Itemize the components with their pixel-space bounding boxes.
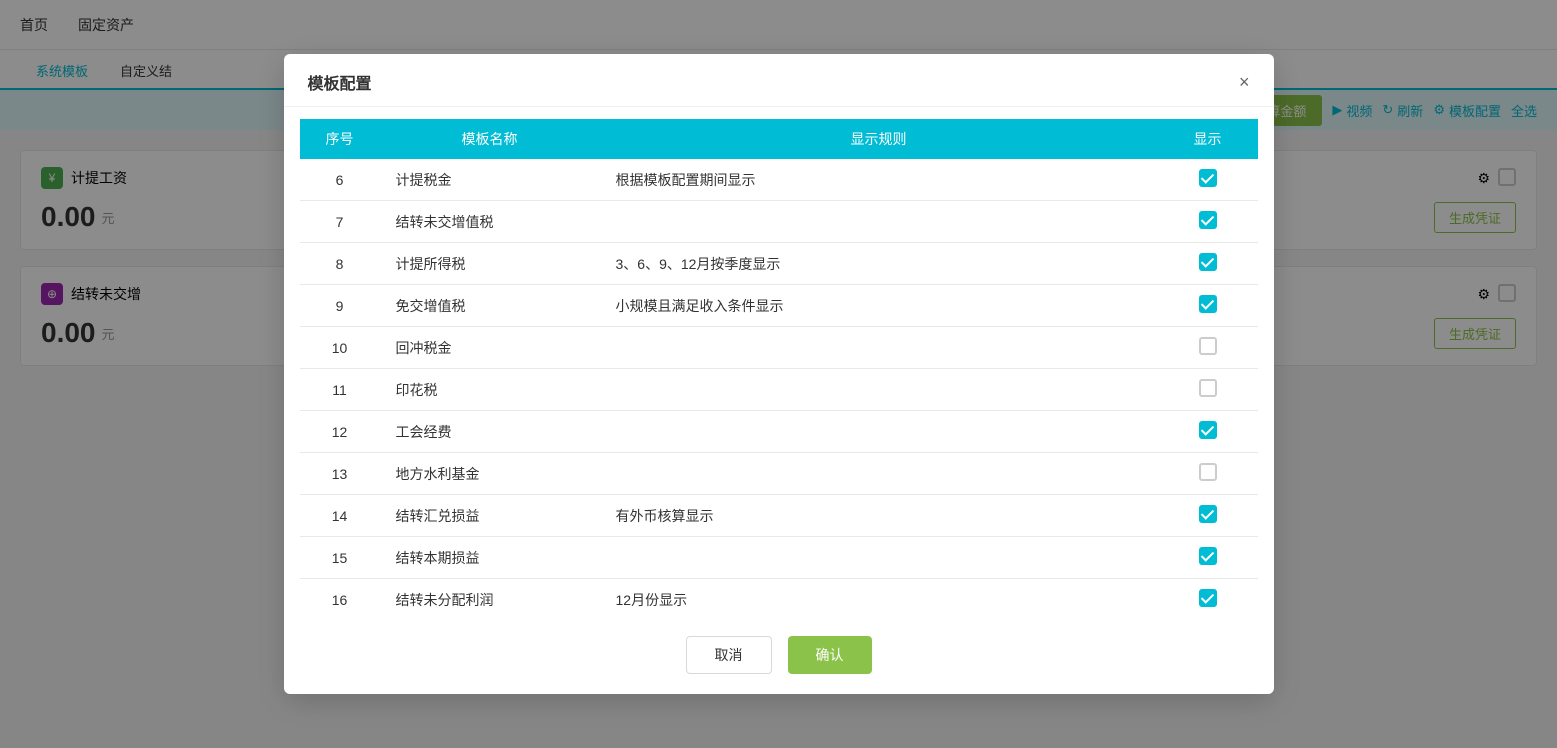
cell-name: 结转本期损益 bbox=[380, 537, 600, 579]
checkbox-checked[interactable] bbox=[1199, 253, 1217, 271]
cell-checkbox[interactable] bbox=[1158, 327, 1258, 369]
cell-checkbox[interactable] bbox=[1158, 243, 1258, 285]
cell-checkbox[interactable] bbox=[1158, 495, 1258, 537]
cell-id: 10 bbox=[300, 327, 380, 369]
cell-checkbox[interactable] bbox=[1158, 285, 1258, 327]
table-header: 序号 模板名称 显示规则 显示 bbox=[300, 119, 1258, 159]
config-table: 序号 模板名称 显示规则 显示 6计提税金根据模板配置期间显示7结转未交增值税8… bbox=[300, 119, 1258, 620]
modal-close-button[interactable]: × bbox=[1239, 73, 1250, 91]
cell-id: 14 bbox=[300, 495, 380, 537]
cell-name: 工会经费 bbox=[380, 411, 600, 453]
checkbox-checked[interactable] bbox=[1199, 169, 1217, 187]
modal-header: 模板配置 × bbox=[284, 54, 1274, 107]
table-row: 8计提所得税3、6、9、12月按季度显示 bbox=[300, 243, 1258, 285]
cell-rule: 小规模且满足收入条件显示 bbox=[600, 285, 1158, 327]
col-header-rule: 显示规则 bbox=[600, 119, 1158, 159]
modal-body: 序号 模板名称 显示规则 显示 6计提税金根据模板配置期间显示7结转未交增值税8… bbox=[284, 107, 1274, 620]
col-header-display: 显示 bbox=[1158, 119, 1258, 159]
col-header-id: 序号 bbox=[300, 119, 380, 159]
checkbox-unchecked[interactable] bbox=[1199, 463, 1217, 481]
cell-name: 结转未分配利润 bbox=[380, 579, 600, 621]
checkbox-checked[interactable] bbox=[1199, 421, 1217, 439]
cell-checkbox[interactable] bbox=[1158, 579, 1258, 621]
cell-name: 地方水利基金 bbox=[380, 453, 600, 495]
table-body: 6计提税金根据模板配置期间显示7结转未交增值税8计提所得税3、6、9、12月按季… bbox=[300, 159, 1258, 620]
cell-id: 9 bbox=[300, 285, 380, 327]
cell-rule: 12月份显示 bbox=[600, 579, 1158, 621]
cell-rule: 3、6、9、12月按季度显示 bbox=[600, 243, 1158, 285]
checkbox-unchecked[interactable] bbox=[1199, 379, 1217, 397]
cell-name: 结转汇兑损益 bbox=[380, 495, 600, 537]
cell-id: 13 bbox=[300, 453, 380, 495]
cell-name: 结转未交增值税 bbox=[380, 201, 600, 243]
table-row: 11印花税 bbox=[300, 369, 1258, 411]
cell-id: 6 bbox=[300, 159, 380, 201]
cell-name: 计提税金 bbox=[380, 159, 600, 201]
cell-id: 7 bbox=[300, 201, 380, 243]
cell-checkbox[interactable] bbox=[1158, 453, 1258, 495]
cell-id: 8 bbox=[300, 243, 380, 285]
checkbox-checked[interactable] bbox=[1199, 547, 1217, 565]
cell-name: 印花税 bbox=[380, 369, 600, 411]
confirm-button[interactable]: 确认 bbox=[788, 636, 872, 674]
cancel-button[interactable]: 取消 bbox=[686, 636, 772, 674]
table-row: 15结转本期损益 bbox=[300, 537, 1258, 579]
cell-rule bbox=[600, 411, 1158, 453]
checkbox-checked[interactable] bbox=[1199, 211, 1217, 229]
cell-name: 免交增值税 bbox=[380, 285, 600, 327]
cell-id: 12 bbox=[300, 411, 380, 453]
cell-rule: 有外币核算显示 bbox=[600, 495, 1158, 537]
cell-id: 11 bbox=[300, 369, 380, 411]
checkbox-checked[interactable] bbox=[1199, 589, 1217, 607]
checkbox-checked[interactable] bbox=[1199, 295, 1217, 313]
modal-title: 模板配置 bbox=[308, 70, 372, 94]
cell-checkbox[interactable] bbox=[1158, 537, 1258, 579]
cell-rule bbox=[600, 453, 1158, 495]
table-wrapper[interactable]: 序号 模板名称 显示规则 显示 6计提税金根据模板配置期间显示7结转未交增值税8… bbox=[300, 107, 1258, 620]
cell-checkbox[interactable] bbox=[1158, 411, 1258, 453]
table-row: 12工会经费 bbox=[300, 411, 1258, 453]
cell-name: 回冲税金 bbox=[380, 327, 600, 369]
table-row: 14结转汇兑损益有外币核算显示 bbox=[300, 495, 1258, 537]
checkbox-checked[interactable] bbox=[1199, 505, 1217, 523]
cell-rule bbox=[600, 537, 1158, 579]
table-row: 6计提税金根据模板配置期间显示 bbox=[300, 159, 1258, 201]
modal-footer: 取消 确认 bbox=[284, 620, 1274, 694]
cell-name: 计提所得税 bbox=[380, 243, 600, 285]
checkbox-unchecked[interactable] bbox=[1199, 337, 1217, 355]
table-row: 16结转未分配利润12月份显示 bbox=[300, 579, 1258, 621]
col-header-name: 模板名称 bbox=[380, 119, 600, 159]
cell-rule: 根据模板配置期间显示 bbox=[600, 159, 1158, 201]
cell-rule bbox=[600, 327, 1158, 369]
table-row: 7结转未交增值税 bbox=[300, 201, 1258, 243]
cell-rule bbox=[600, 369, 1158, 411]
cell-checkbox[interactable] bbox=[1158, 369, 1258, 411]
cell-checkbox[interactable] bbox=[1158, 159, 1258, 201]
cell-checkbox[interactable] bbox=[1158, 201, 1258, 243]
modal-template-config: 模板配置 × 序号 模板名称 显示规则 显示 6计提税金根据模板配置期间显 bbox=[284, 54, 1274, 694]
table-row: 13地方水利基金 bbox=[300, 453, 1258, 495]
cell-id: 15 bbox=[300, 537, 380, 579]
table-row: 9免交增值税小规模且满足收入条件显示 bbox=[300, 285, 1258, 327]
modal-overlay[interactable]: 模板配置 × 序号 模板名称 显示规则 显示 6计提税金根据模板配置期间显 bbox=[0, 0, 1557, 748]
table-row: 10回冲税金 bbox=[300, 327, 1258, 369]
cell-id: 16 bbox=[300, 579, 380, 621]
cell-rule bbox=[600, 201, 1158, 243]
